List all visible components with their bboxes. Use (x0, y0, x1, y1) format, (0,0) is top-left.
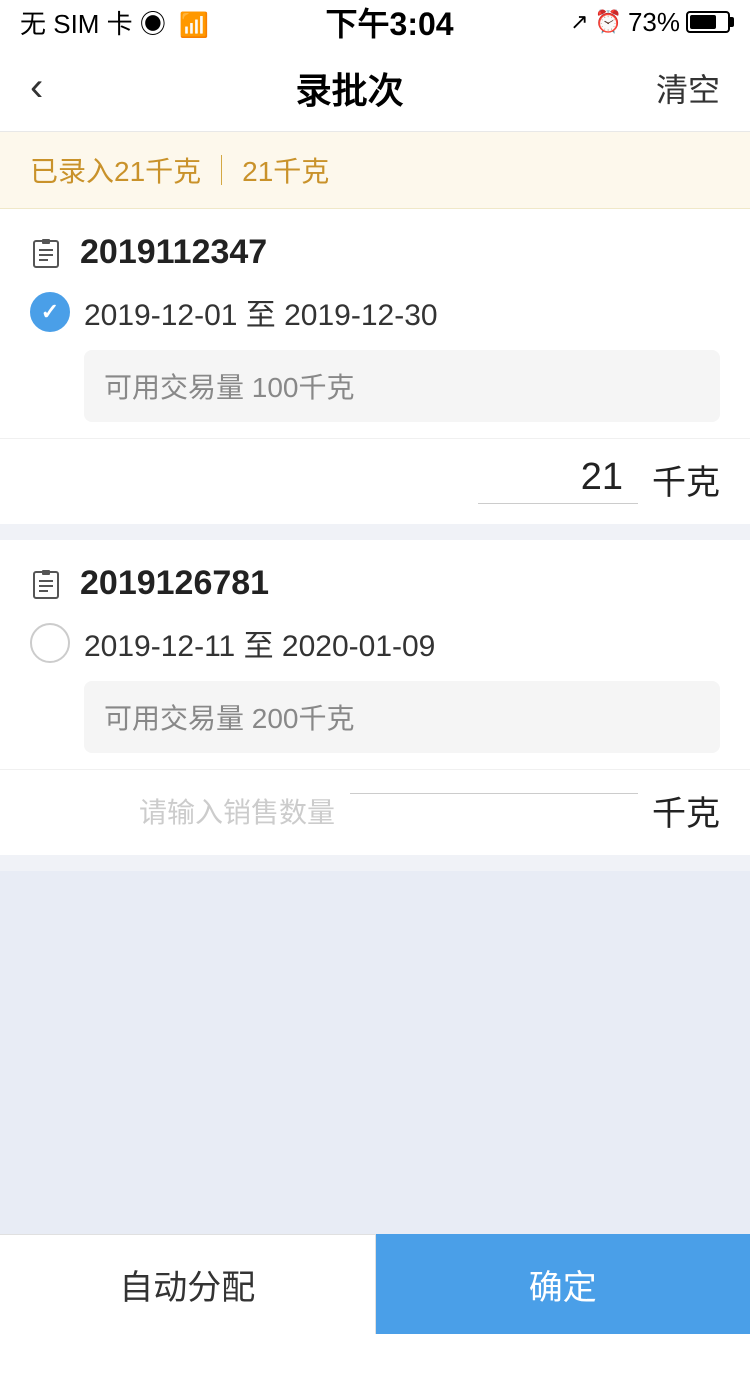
summary-value: 21千克 (242, 150, 329, 190)
batch-2-qty-row: 千克 (0, 769, 750, 855)
batch-2-qty-input[interactable] (30, 789, 350, 832)
battery-icon (686, 11, 730, 33)
batch-2-input-container[interactable] (30, 789, 638, 832)
location-icon: ↗ (570, 9, 588, 35)
nav-bar: ‹ 录批次 清空 (0, 44, 750, 132)
bottom-bar: 自动分配 确定 (0, 1234, 750, 1334)
alarm-icon: ⏰ (595, 9, 622, 35)
batch-2-unit: 千克 (652, 786, 720, 835)
batch-2-date-row[interactable]: 2019-12-11 至 2020-01-09 (0, 613, 750, 673)
status-bar: 无 SIM 卡 ◉ 📶 下午3:04 ↗ ⏰ 73% (0, 0, 750, 44)
batch-2-icon (30, 566, 66, 602)
batch-2-header: 2019126781 (0, 540, 750, 613)
batch-2-available: 可用交易量 200千克 (84, 681, 720, 753)
batch-1-date-row[interactable]: ✓ 2019-12-01 至 2019-12-30 (0, 282, 750, 342)
batch-1-available: 可用交易量 100千克 (84, 350, 720, 422)
battery-percent: 73% (628, 7, 680, 38)
auto-distribute-button[interactable]: 自动分配 (0, 1234, 376, 1334)
batch-1-qty-row: 千克 (0, 438, 750, 524)
batch-1-unit: 千克 (652, 455, 720, 504)
card-separator-1 (0, 524, 750, 540)
back-button[interactable]: ‹ (30, 65, 43, 110)
batch-1-input-container[interactable] (478, 456, 638, 504)
batch-1-icon (30, 235, 66, 271)
status-time: 下午3:04 (326, 0, 454, 45)
clear-button[interactable]: 清空 (656, 65, 720, 111)
summary-label: 已录入21千克 (30, 150, 201, 190)
status-right: ↗ ⏰ 73% (570, 7, 730, 38)
wifi-icon: 📶 (179, 12, 209, 39)
batch-card-1: 2019112347 ✓ 2019-12-01 至 2019-12-30 可用交… (0, 209, 750, 524)
batch-2-id: 2019126781 (80, 564, 269, 603)
batch-card-2: 2019126781 2019-12-11 至 2020-01-09 可用交易量… (0, 540, 750, 855)
battery-fill (690, 15, 716, 29)
batch-1-date: 2019-12-01 至 2019-12-30 (84, 290, 438, 334)
confirm-button[interactable]: 确定 (376, 1234, 750, 1334)
sim-label: 无 SIM 卡 ◉ (20, 9, 166, 39)
batch-1-available-text: 可用交易量 100千克 (104, 372, 355, 403)
page-title: 录批次 (296, 62, 404, 114)
summary-bar: 已录入21千克 21千克 (0, 132, 750, 209)
batch-1-id: 2019112347 (80, 233, 267, 272)
batch-2-available-text: 可用交易量 200千克 (104, 703, 355, 734)
status-left: 无 SIM 卡 ◉ 📶 (20, 4, 209, 41)
batch-1-radio[interactable]: ✓ (30, 292, 70, 332)
batch-1-qty-input[interactable] (478, 456, 638, 499)
batch-2-radio[interactable] (30, 623, 70, 663)
page-content: 2019112347 ✓ 2019-12-01 至 2019-12-30 可用交… (0, 209, 750, 1391)
batch-1-checkmark: ✓ (41, 299, 59, 325)
card-separator-2 (0, 855, 750, 871)
batch-2-date: 2019-12-11 至 2020-01-09 (84, 621, 435, 665)
bottom-spacer (0, 871, 750, 1291)
batch-1-header: 2019112347 (0, 209, 750, 282)
summary-divider (221, 155, 222, 185)
